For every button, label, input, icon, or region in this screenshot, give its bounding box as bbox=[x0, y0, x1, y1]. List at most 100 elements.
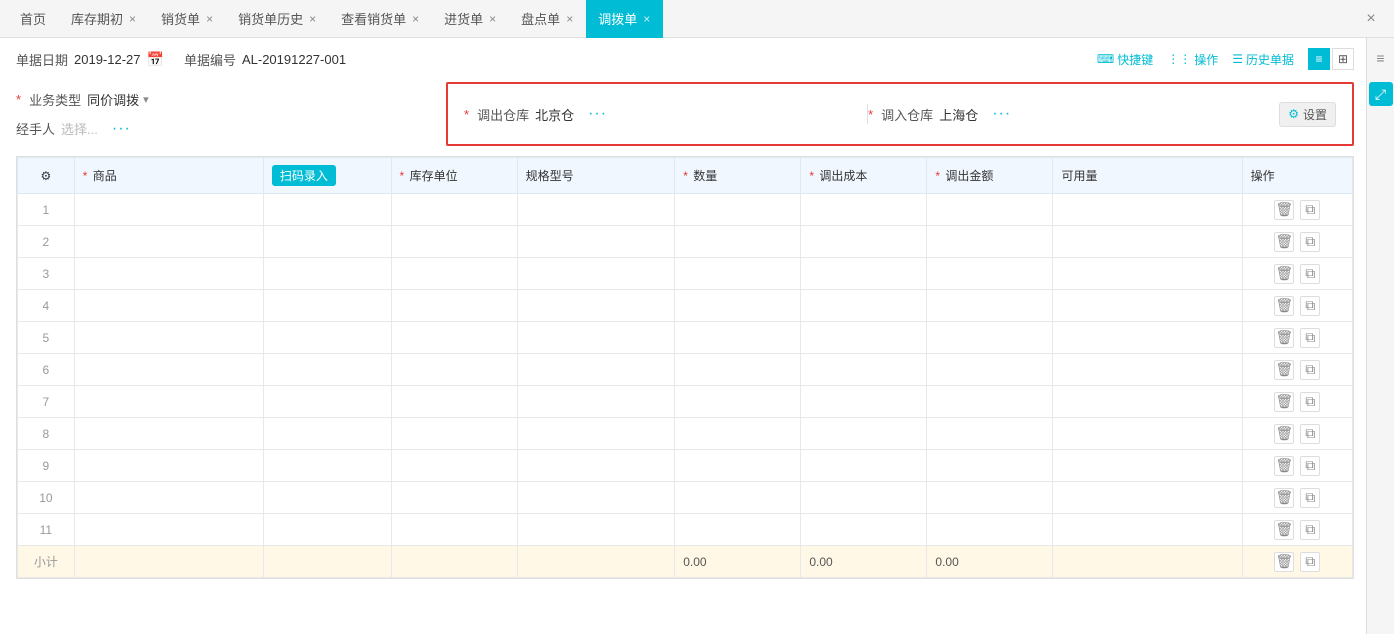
tab-stocktake[interactable]: 盘点单 × bbox=[509, 0, 586, 38]
cost-cell[interactable] bbox=[801, 322, 927, 354]
spec-cell[interactable] bbox=[517, 322, 675, 354]
amount-cell[interactable] bbox=[927, 418, 1053, 450]
cost-cell[interactable] bbox=[801, 450, 927, 482]
qty-cell[interactable] bbox=[675, 226, 801, 258]
qty-cell[interactable] bbox=[675, 258, 801, 290]
product-cell[interactable] bbox=[74, 514, 263, 546]
delete-row-button[interactable]: 🗑 bbox=[1274, 232, 1294, 252]
person-more-button[interactable]: ··· bbox=[112, 120, 131, 138]
delete-row-button[interactable]: 🗑 bbox=[1274, 424, 1294, 444]
qty-cell[interactable] bbox=[675, 290, 801, 322]
tab-purchase[interactable]: 进货单 × bbox=[432, 0, 509, 38]
qty-cell[interactable] bbox=[675, 194, 801, 226]
window-close-button[interactable]: × bbox=[1356, 0, 1386, 38]
delete-row-button[interactable]: 🗑 bbox=[1274, 296, 1294, 316]
amount-cell[interactable] bbox=[927, 194, 1053, 226]
qty-cell[interactable] bbox=[675, 354, 801, 386]
sidebar-expand-icon[interactable]: ⤢ bbox=[1369, 82, 1393, 106]
spec-cell[interactable] bbox=[517, 514, 675, 546]
copy-row-button[interactable]: ⧉ bbox=[1300, 200, 1320, 220]
scan-button[interactable]: 扫码录入 bbox=[272, 165, 336, 186]
unit-cell[interactable] bbox=[391, 354, 517, 386]
qty-cell[interactable] bbox=[675, 450, 801, 482]
out-warehouse-more[interactable]: ··· bbox=[588, 105, 607, 123]
delete-row-button[interactable]: 🗑 bbox=[1274, 360, 1294, 380]
cost-cell[interactable] bbox=[801, 354, 927, 386]
spec-cell[interactable] bbox=[517, 482, 675, 514]
product-cell[interactable] bbox=[74, 354, 263, 386]
amount-cell[interactable] bbox=[927, 322, 1053, 354]
qty-cell[interactable] bbox=[675, 322, 801, 354]
copy-row-button[interactable]: ⧉ bbox=[1300, 264, 1320, 284]
in-warehouse-more[interactable]: ··· bbox=[992, 105, 1011, 123]
amount-cell[interactable] bbox=[927, 386, 1053, 418]
settings-button[interactable]: ⚙ 设置 bbox=[1279, 102, 1336, 127]
copy-row-button[interactable]: ⧉ bbox=[1300, 296, 1320, 316]
unit-cell[interactable] bbox=[391, 514, 517, 546]
unit-cell[interactable] bbox=[391, 418, 517, 450]
delete-row-button[interactable]: 🗑 bbox=[1274, 488, 1294, 508]
unit-cell[interactable] bbox=[391, 450, 517, 482]
spec-cell[interactable] bbox=[517, 226, 675, 258]
sidebar-list-icon[interactable]: ≡ bbox=[1369, 46, 1393, 70]
product-cell[interactable] bbox=[74, 194, 263, 226]
unit-cell[interactable] bbox=[391, 386, 517, 418]
product-cell[interactable] bbox=[74, 482, 263, 514]
copy-row-button[interactable]: ⧉ bbox=[1300, 232, 1320, 252]
copy-row-button[interactable]: ⧉ bbox=[1300, 520, 1320, 540]
qty-cell[interactable] bbox=[675, 482, 801, 514]
tab-close-stocktake[interactable]: × bbox=[566, 12, 573, 26]
unit-cell[interactable] bbox=[391, 194, 517, 226]
product-cell[interactable] bbox=[74, 386, 263, 418]
spec-cell[interactable] bbox=[517, 386, 675, 418]
delete-row-button[interactable]: 🗑 bbox=[1274, 264, 1294, 284]
calendar-icon[interactable]: 📅 bbox=[147, 51, 164, 68]
copy-row-button[interactable]: ⧉ bbox=[1300, 392, 1320, 412]
copy-row-button[interactable]: ⧉ bbox=[1300, 360, 1320, 380]
amount-cell[interactable] bbox=[927, 226, 1053, 258]
view-grid-button[interactable]: ⊞ bbox=[1332, 48, 1354, 70]
subtotal-delete-button[interactable]: 🗑 bbox=[1274, 552, 1294, 572]
product-cell[interactable] bbox=[74, 418, 263, 450]
cost-cell[interactable] bbox=[801, 226, 927, 258]
col-settings[interactable]: ⚙ bbox=[18, 158, 75, 194]
cost-cell[interactable] bbox=[801, 482, 927, 514]
delete-row-button[interactable]: 🗑 bbox=[1274, 200, 1294, 220]
tab-transfer[interactable]: 调拨单 × bbox=[586, 0, 663, 38]
tab-close-inventory-init[interactable]: × bbox=[129, 12, 136, 26]
unit-cell[interactable] bbox=[391, 226, 517, 258]
tab-view-sales[interactable]: 查看销货单 × bbox=[329, 0, 432, 38]
delete-row-button[interactable]: 🗑 bbox=[1274, 328, 1294, 348]
copy-row-button[interactable]: ⧉ bbox=[1300, 456, 1320, 476]
product-cell[interactable] bbox=[74, 322, 263, 354]
qty-cell[interactable] bbox=[675, 418, 801, 450]
amount-cell[interactable] bbox=[927, 258, 1053, 290]
tab-sales-order[interactable]: 销货单 × bbox=[149, 0, 226, 38]
product-cell[interactable] bbox=[74, 258, 263, 290]
copy-row-button[interactable]: ⧉ bbox=[1300, 488, 1320, 508]
tab-sales-history[interactable]: 销货单历史 × bbox=[226, 0, 329, 38]
delete-row-button[interactable]: 🗑 bbox=[1274, 520, 1294, 540]
cost-cell[interactable] bbox=[801, 418, 927, 450]
tab-close-sales-history[interactable]: × bbox=[309, 12, 316, 26]
spec-cell[interactable] bbox=[517, 354, 675, 386]
tab-close-sales[interactable]: × bbox=[206, 12, 213, 26]
product-cell[interactable] bbox=[74, 290, 263, 322]
amount-cell[interactable] bbox=[927, 450, 1053, 482]
spec-cell[interactable] bbox=[517, 258, 675, 290]
history-button[interactable]: ☰ 历史单据 bbox=[1232, 51, 1294, 68]
cost-cell[interactable] bbox=[801, 290, 927, 322]
tab-home[interactable]: 首页 bbox=[8, 0, 59, 38]
product-cell[interactable] bbox=[74, 450, 263, 482]
delete-row-button[interactable]: 🗑 bbox=[1274, 456, 1294, 476]
product-cell[interactable] bbox=[74, 226, 263, 258]
subtotal-copy-button[interactable]: ⧉ bbox=[1300, 552, 1320, 572]
operate-button[interactable]: ⋮⋮ 操作 bbox=[1167, 51, 1218, 68]
qty-cell[interactable] bbox=[675, 514, 801, 546]
tab-close-transfer[interactable]: × bbox=[643, 12, 650, 26]
amount-cell[interactable] bbox=[927, 354, 1053, 386]
biz-type-dropdown[interactable]: 同价调拨 ▾ bbox=[87, 90, 149, 109]
cost-cell[interactable] bbox=[801, 194, 927, 226]
spec-cell[interactable] bbox=[517, 418, 675, 450]
copy-row-button[interactable]: ⧉ bbox=[1300, 424, 1320, 444]
